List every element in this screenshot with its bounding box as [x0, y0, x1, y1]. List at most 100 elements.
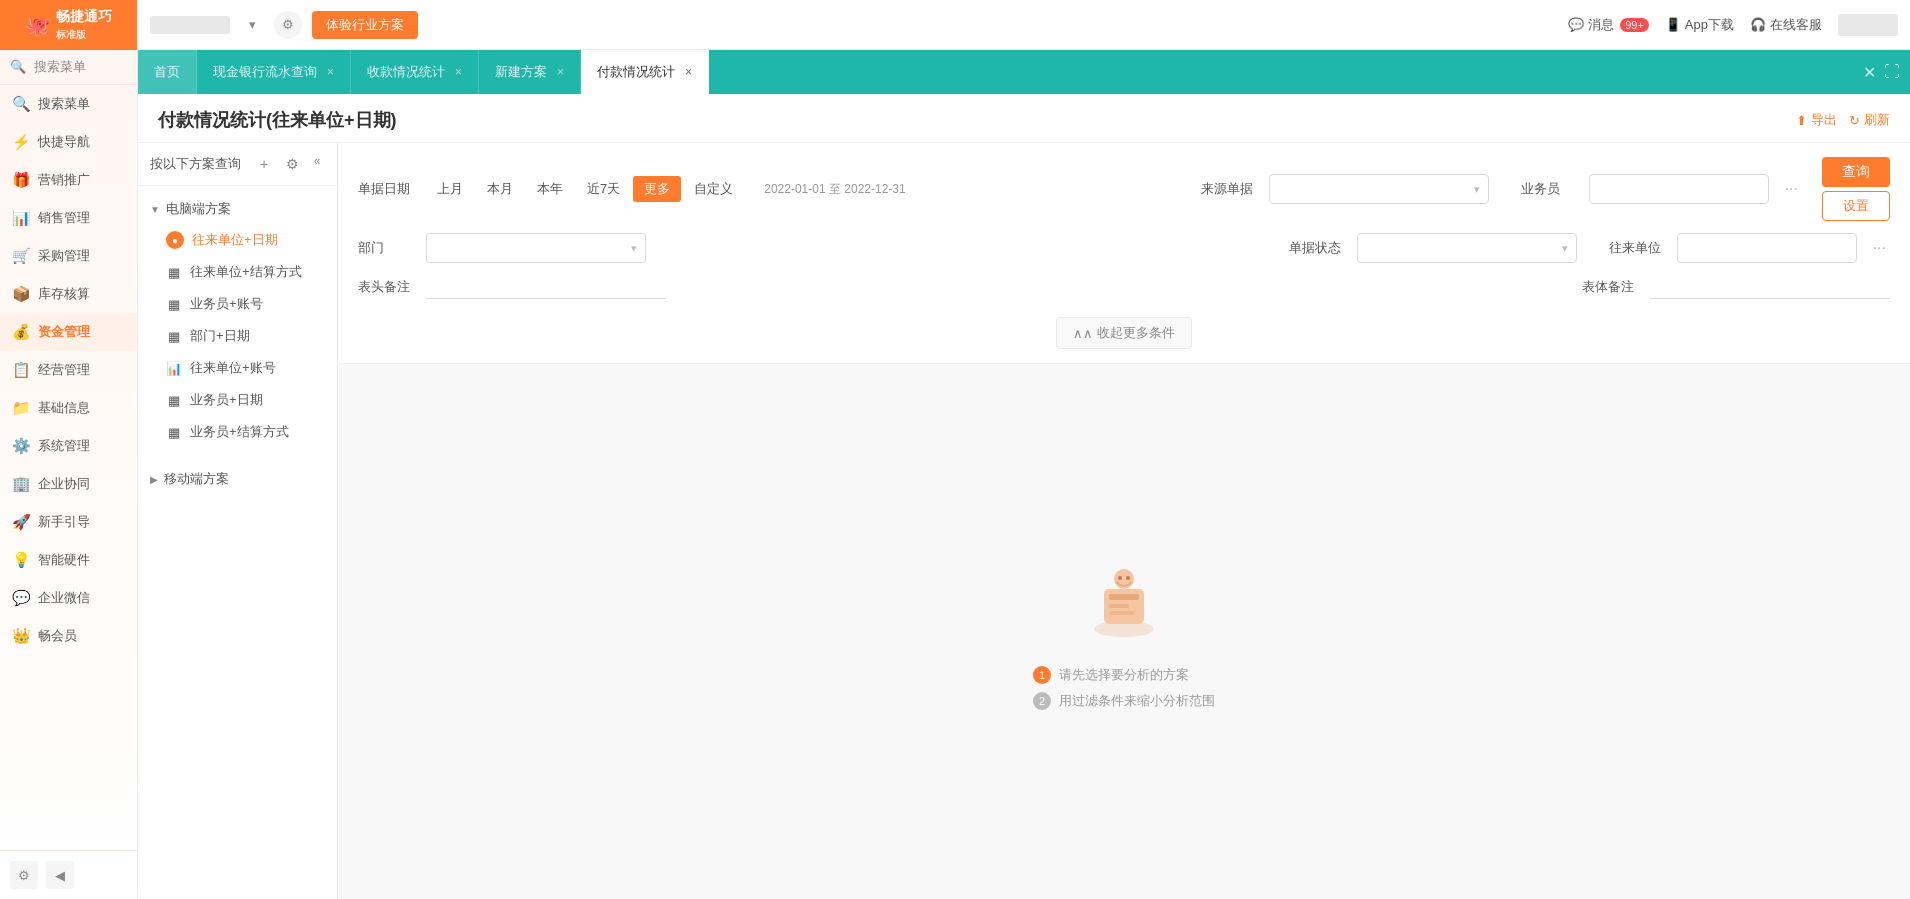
- doc-status-select[interactable]: ▾: [1357, 233, 1577, 263]
- sidebar-item-sales[interactable]: 📊销售管理: [0, 199, 137, 237]
- scheme-item-dept-date[interactable]: ▦部门+日期: [138, 320, 337, 352]
- sidebar-item-finance[interactable]: 💰资金管理: [0, 313, 137, 351]
- sidebar-item-guide[interactable]: 🚀新手引导: [0, 503, 137, 541]
- body-note-input[interactable]: [1650, 275, 1890, 299]
- sidebar-item-member[interactable]: 👑畅会员: [0, 617, 137, 655]
- source-doc-select[interactable]: ▾: [1269, 174, 1489, 204]
- tip-num-2: 2: [1033, 692, 1051, 710]
- tab-receipt-stats[interactable]: 收款情况统计×: [351, 50, 479, 94]
- user-area: [150, 16, 230, 34]
- logo-icon: 🐙: [25, 13, 50, 37]
- scheme-item-partner-date[interactable]: ●往来单位+日期: [138, 224, 337, 256]
- date-opt-近7天[interactable]: 近7天: [576, 176, 631, 202]
- industry-btn[interactable]: 体验行业方案: [312, 11, 418, 39]
- query-btn[interactable]: 查询: [1822, 157, 1890, 187]
- refresh-icon: ↻: [1849, 113, 1860, 128]
- date-opt-本月[interactable]: 本月: [476, 176, 524, 202]
- header-note-input[interactable]: [426, 275, 666, 299]
- date-opt-更多[interactable]: 更多: [633, 176, 681, 202]
- scheme-label-salesman-settle: 业务员+结算方式: [190, 423, 289, 441]
- tab-close-bank-flow[interactable]: ×: [327, 65, 334, 79]
- tab-expand-btn[interactable]: ⛶: [1884, 63, 1900, 81]
- page-header: 付款情况统计(往来单位+日期) ⬆ 导出 ↻ 刷新: [138, 94, 1910, 143]
- date-opt-自定义[interactable]: 自定义: [683, 176, 744, 202]
- salesman-more-btn[interactable]: ···: [1781, 180, 1802, 198]
- refresh-btn[interactable]: ↻ 刷新: [1849, 111, 1890, 129]
- scheme-icon-salesman-account: ▦: [166, 296, 182, 312]
- mobile-scheme-group-header[interactable]: ▶ 移动端方案: [138, 464, 337, 494]
- topbar-settings-icon[interactable]: ⚙: [274, 11, 302, 39]
- sidebar-label-sales: 销售管理: [38, 209, 90, 227]
- sidebar-nav: 🔍 搜索菜单 ⚡快捷导航🎁营销推广📊销售管理🛒采购管理📦库存核算💰资金管理📋经营管理…: [0, 85, 137, 655]
- notification-label: 消息: [1588, 16, 1614, 34]
- date-field-label: 单据日期: [358, 180, 414, 198]
- add-scheme-btn[interactable]: +: [253, 153, 275, 175]
- export-btn[interactable]: ⬆ 导出: [1796, 111, 1837, 129]
- sidebar-item-inventory[interactable]: 📦库存核算: [0, 275, 137, 313]
- sidebar-item-purchase[interactable]: 🛒采购管理: [0, 237, 137, 275]
- tab-close-payment-stats[interactable]: ×: [685, 65, 692, 79]
- tab-home[interactable]: 首页: [138, 50, 197, 94]
- scheme-item-partner-account[interactable]: 📊往来单位+账号: [138, 352, 337, 384]
- tab-close-all-btn[interactable]: ✕: [1863, 63, 1876, 82]
- scheme-label-partner-settle: 往来单位+结算方式: [190, 263, 302, 281]
- counterpart-select[interactable]: [1677, 233, 1857, 263]
- sidebar-label-quick-nav: 快捷导航: [38, 133, 90, 151]
- salesman-select[interactable]: [1589, 174, 1769, 204]
- doc-status-label: 单据状态: [1289, 239, 1345, 257]
- dept-select[interactable]: ▾: [426, 233, 646, 263]
- sidebar-item-hardware[interactable]: 💡智能硬件: [0, 541, 137, 579]
- sidebar-label-search: 搜索菜单: [38, 95, 90, 113]
- sidebar-search-area[interactable]: 🔍 搜索菜单: [0, 50, 137, 85]
- sidebar-icon-enterprise: 🏢: [12, 475, 30, 493]
- tab-new-scheme[interactable]: 新建方案×: [479, 50, 581, 94]
- collapse-more-btn[interactable]: ∧∧ 收起更多条件: [1056, 317, 1192, 349]
- scheme-icon-partner-account: 📊: [166, 360, 182, 376]
- scheme-settings-btn[interactable]: ⚙: [281, 153, 303, 175]
- sidebar-item-weixin[interactable]: 💬企业微信: [0, 579, 137, 617]
- refresh-label: 刷新: [1864, 111, 1890, 129]
- counterpart-more-btn[interactable]: ···: [1869, 239, 1890, 257]
- sidebar-item-search[interactable]: 🔍 搜索菜单: [0, 85, 137, 123]
- right-filter-panel: 单据日期 上月本月本年近7天更多自定义 2022-01-01 至 2022-12…: [338, 143, 1910, 899]
- app-download-btn[interactable]: 📱 App下载: [1665, 16, 1734, 34]
- sidebar-item-basic-info[interactable]: 📁基础信息: [0, 389, 137, 427]
- scheme-item-salesman-date[interactable]: ▦ 业务员+日期: [138, 384, 337, 416]
- sidebar-settings-btn[interactable]: ⚙: [10, 861, 38, 889]
- online-service-btn[interactable]: 🎧 在线客服: [1750, 16, 1822, 34]
- sidebar-icon-inventory: 📦: [12, 285, 30, 303]
- scheme-label-dept-date: 部门+日期: [190, 327, 250, 345]
- empty-tip-2: 2 用过滤条件来缩小分析范围: [1033, 692, 1215, 710]
- sidebar-item-quick-nav[interactable]: ⚡快捷导航: [0, 123, 137, 161]
- sidebar-label-marketing: 营销推广: [38, 171, 90, 189]
- sidebar-item-enterprise[interactable]: 🏢企业协同: [0, 465, 137, 503]
- scheme-icon-salesman-date: ▦: [166, 392, 182, 408]
- sidebar-item-marketing[interactable]: 🎁营销推广: [0, 161, 137, 199]
- sidebar-collapse-btn[interactable]: ◀: [46, 861, 74, 889]
- scheme-item-partner-settle[interactable]: ▦往来单位+结算方式: [138, 256, 337, 288]
- tab-payment-stats[interactable]: 付款情况统计×: [581, 50, 709, 94]
- collapse-panel-btn[interactable]: «: [309, 153, 325, 169]
- topbar-dropdown-btn[interactable]: ▾: [240, 13, 264, 37]
- sidebar-item-operations[interactable]: 📋经营管理: [0, 351, 137, 389]
- scheme-item-salesman-settle[interactable]: ▦业务员+结算方式: [138, 416, 337, 448]
- empty-illustration: [1074, 554, 1174, 654]
- header-note-label: 表头备注: [358, 278, 414, 296]
- tabbar: 首页现金银行流水查询×收款情况统计×新建方案×付款情况统计× ✕ ⛶: [138, 50, 1910, 94]
- notification-btn[interactable]: 💬 消息 99+: [1568, 16, 1649, 34]
- filter-settings-btn[interactable]: 设置: [1822, 191, 1890, 221]
- date-opt-本年[interactable]: 本年: [526, 176, 574, 202]
- date-opt-上月[interactable]: 上月: [426, 176, 474, 202]
- tab-bank-flow[interactable]: 现金银行流水查询×: [197, 50, 351, 94]
- pc-scheme-group-header[interactable]: ▼ 电脑端方案: [138, 194, 337, 224]
- sidebar-item-system[interactable]: ⚙️系统管理: [0, 427, 137, 465]
- counterpart-label: 往来单位: [1609, 239, 1665, 257]
- sidebar-icon-search: 🔍: [12, 95, 30, 113]
- tab-close-new-scheme[interactable]: ×: [557, 65, 564, 79]
- scheme-item-salesman-account[interactable]: ▦业务员+账号: [138, 288, 337, 320]
- tab-close-receipt-stats[interactable]: ×: [455, 65, 462, 79]
- scheme-label-salesman-date: 业务员+日期: [190, 391, 263, 409]
- content-body: 按以下方案查询 + ⚙ « ▼ 电脑端方案 ●往来单位+日期▦往来单位+结算方式…: [138, 143, 1910, 899]
- filter-row-2: 部门 ▾ 单据状态 ▾ 往来单位: [358, 233, 1890, 263]
- sidebar-label-weixin: 企业微信: [38, 589, 90, 607]
